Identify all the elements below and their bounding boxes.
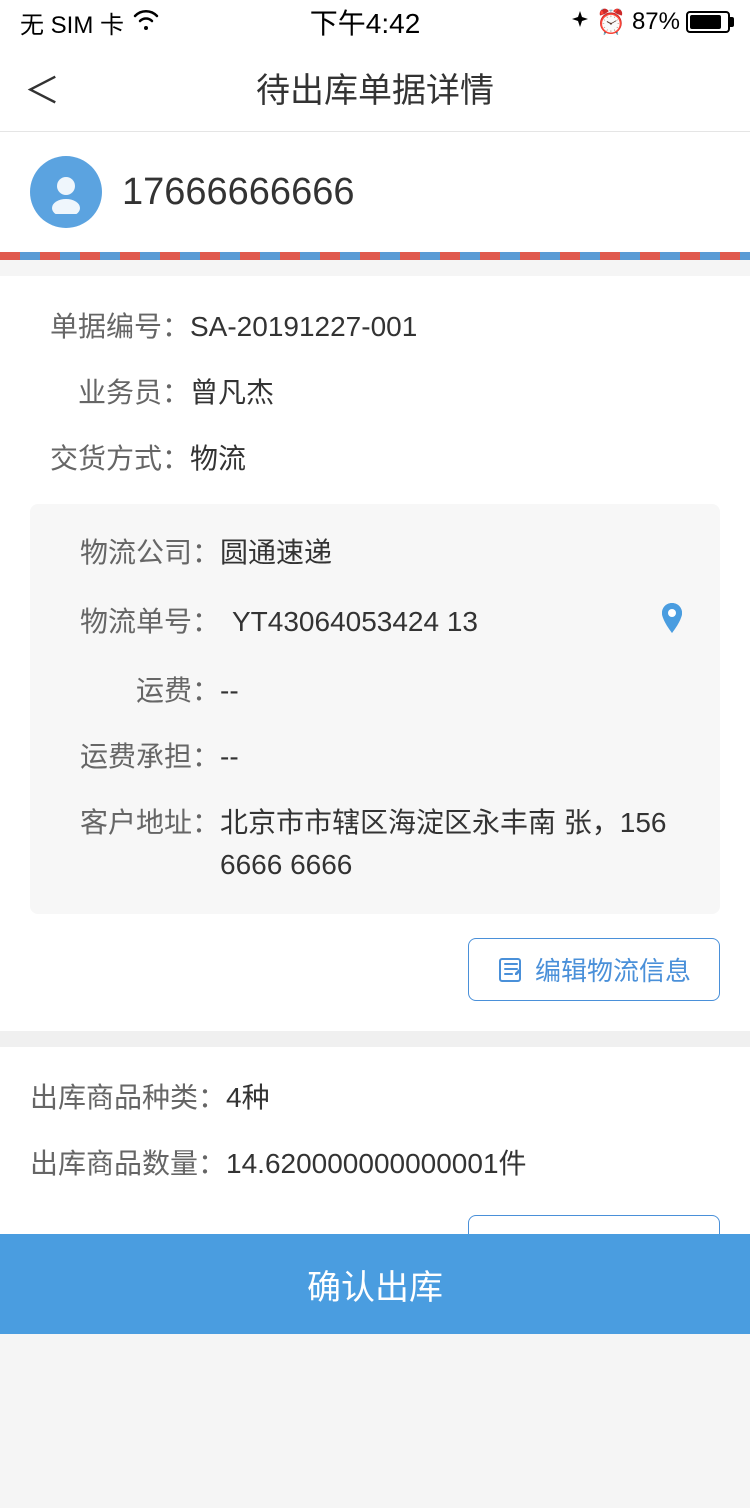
address-label: 客户地址： [60, 802, 220, 844]
logistics-company-value: 圆通速递 [220, 532, 690, 574]
carrier-text: 无 SIM 卡 [20, 5, 124, 40]
document-info-section: 单据编号： SA-20191227-001 业务员： 曾凡杰 交货方式： 物流 … [0, 276, 750, 1031]
location-pin-icon[interactable] [654, 598, 690, 646]
salesperson-row: 业务员： 曾凡杰 [30, 372, 720, 414]
location-nav-icon [570, 8, 590, 36]
logistics-tracking-label: 物流单号： [60, 601, 220, 643]
logistics-tracking-row: 物流单号： YT43064053424 13 [60, 598, 690, 646]
avatar [30, 156, 102, 228]
page-title: 待出库单据详情 [256, 63, 494, 112]
salesperson-label: 业务员： [30, 372, 190, 414]
confirm-bar[interactable]: 确认出库 [0, 1234, 750, 1334]
nav-bar: ＜ 待出库单据详情 [0, 44, 750, 132]
delivery-value: 物流 [190, 438, 720, 480]
salesperson-value: 曾凡杰 [190, 372, 720, 414]
freight-bearer-value: -- [220, 736, 690, 778]
status-time: 下午4:42 [310, 2, 421, 42]
user-phone: 17666666666 [122, 171, 354, 214]
section-separator [0, 1031, 750, 1047]
status-left: 无 SIM 卡 [20, 5, 160, 40]
goods-quantity-label: 出库商品数量： [30, 1143, 226, 1185]
status-bar: 无 SIM 卡 下午4:42 ⏰ 87% [0, 0, 750, 44]
goods-quantity-row: 出库商品数量： 14.620000000000001件 [30, 1143, 720, 1185]
clock-icon: ⏰ [596, 8, 626, 37]
edit-logistics-label: 编辑物流信息 [535, 951, 691, 988]
goods-quantity-value: 14.620000000000001件 [226, 1143, 720, 1185]
user-header: 17666666666 [0, 132, 750, 252]
wifi-icon [132, 8, 160, 37]
freight-bearer-row: 运费承担： -- [60, 736, 690, 778]
goods-types-label: 出库商品种类： [30, 1077, 226, 1119]
battery-percent: 87% [632, 8, 680, 36]
logistics-tracking-value: YT43064053424 13 [232, 601, 642, 643]
document-number-label: 单据编号： [30, 306, 190, 348]
address-row: 客户地址： 北京市市辖区海淀区永丰南 张，156 6666 6666 [60, 802, 690, 886]
battery-icon [686, 11, 730, 33]
freight-value: -- [220, 670, 690, 712]
status-right: ⏰ 87% [570, 8, 730, 37]
goods-types-value: 4种 [226, 1077, 720, 1119]
document-number-row: 单据编号： SA-20191227-001 [30, 306, 720, 348]
confirm-label: 确认出库 [307, 1260, 443, 1309]
edit-logistics-button[interactable]: 编辑物流信息 [468, 938, 720, 1001]
edit-logistics-row: 编辑物流信息 [30, 938, 720, 1001]
address-value: 北京市市辖区海淀区永丰南 张，156 6666 6666 [220, 802, 690, 886]
delivery-label: 交货方式： [30, 438, 190, 480]
freight-row: 运费： -- [60, 670, 690, 712]
bottom-spacer [0, 1308, 750, 1508]
logistics-company-label: 物流公司： [60, 532, 220, 574]
document-number-value: SA-20191227-001 [190, 306, 720, 348]
delivery-row: 交货方式： 物流 [30, 438, 720, 480]
dashed-divider [0, 252, 750, 260]
goods-types-row: 出库商品种类： 4种 [30, 1077, 720, 1119]
logistics-company-row: 物流公司： 圆通速递 [60, 532, 690, 574]
back-button[interactable]: ＜ [24, 62, 60, 114]
freight-bearer-label: 运费承担： [60, 736, 220, 778]
logistics-card: 物流公司： 圆通速递 物流单号： YT43064053424 13 运费： --… [30, 504, 720, 914]
freight-label: 运费： [60, 670, 220, 712]
